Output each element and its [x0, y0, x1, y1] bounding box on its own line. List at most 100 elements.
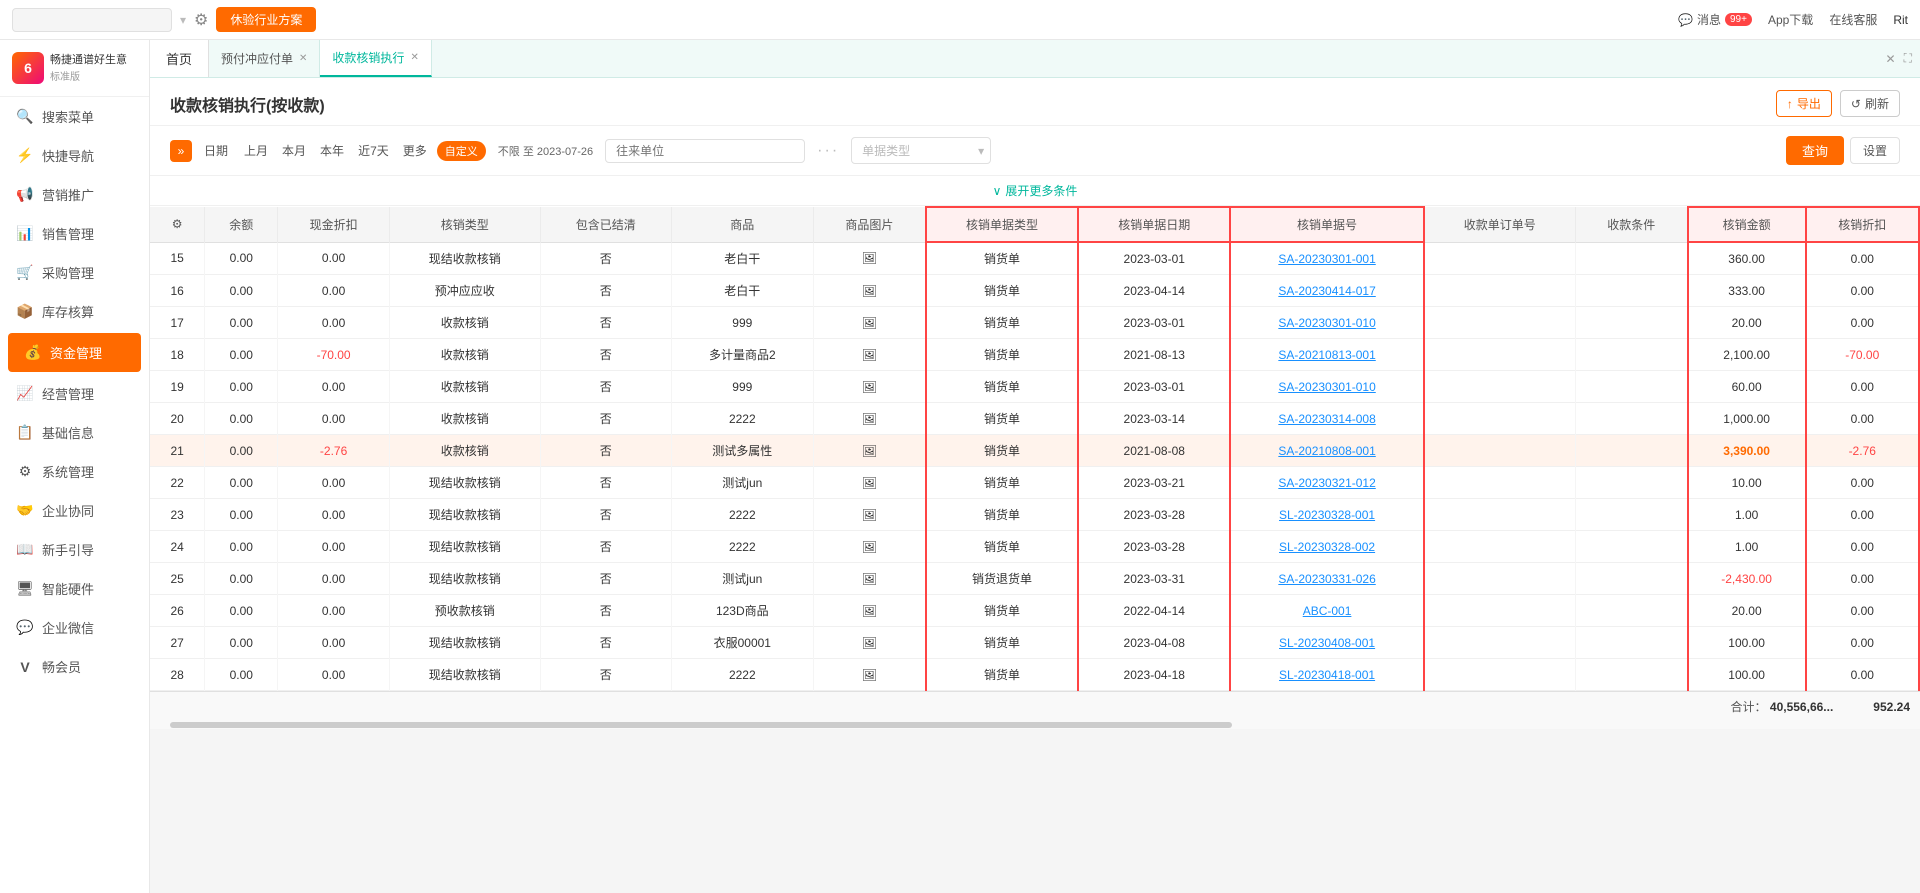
refresh-button[interactable]: ↺ 刷新: [1840, 90, 1900, 117]
td-receipt_order_no: [1424, 563, 1575, 595]
message-icon: 💬: [1678, 13, 1693, 27]
td-voucher_no[interactable]: SA-20230331-026: [1230, 563, 1423, 595]
partner-input[interactable]: [605, 139, 805, 163]
td-write_off_type: 收款核销: [389, 307, 540, 339]
horizontal-scrollbar[interactable]: [150, 721, 1920, 729]
table-row: 180.00-70.00收款核销否多计量商品2🖼销货单2021-08-13SA-…: [150, 339, 1919, 371]
td-no: 15: [150, 242, 205, 275]
query-button[interactable]: 查询: [1786, 136, 1844, 165]
td-voucher_type: 销货单: [926, 339, 1078, 371]
td-voucher_no[interactable]: SA-20210813-001: [1230, 339, 1423, 371]
td-no: 24: [150, 531, 205, 563]
expand-more-btn[interactable]: ∨ 展开更多条件: [993, 182, 1078, 199]
td-voucher_no[interactable]: SA-20230301-010: [1230, 371, 1423, 403]
td-voucher_no[interactable]: SL-20230328-001: [1230, 499, 1423, 531]
search-icon: 🔍: [16, 108, 34, 125]
scrollbar-thumb[interactable]: [170, 722, 1232, 728]
td-product: 2222: [671, 403, 813, 435]
td-voucher_date: 2023-03-01: [1078, 242, 1230, 275]
sidebar-item-label: 快捷导航: [42, 146, 94, 165]
tab-expand-icon[interactable]: ⛶: [1904, 51, 1912, 66]
sidebar-item-marketing[interactable]: 📢 营销推广: [0, 175, 149, 214]
td-voucher_no[interactable]: SA-20210808-001: [1230, 435, 1423, 467]
sidebar-item-search[interactable]: 🔍 搜索菜单: [0, 97, 149, 136]
filter-toggle-btn[interactable]: »: [170, 140, 192, 162]
sidebar-item-sales[interactable]: 📊 销售管理: [0, 214, 149, 253]
td-write_off_amount: 20.00: [1688, 595, 1806, 627]
sidebar-item-inventory[interactable]: 📦 库存核算: [0, 292, 149, 331]
td-product_img: 🖼: [813, 307, 926, 339]
tab-prepayment[interactable]: 预付冲应付单 ✕: [209, 40, 320, 77]
td-include_settled: 否: [540, 659, 671, 691]
sidebar-item-shortcut[interactable]: ⚡ 快捷导航: [0, 136, 149, 175]
td-write_off_discount: -70.00: [1806, 339, 1920, 371]
td-voucher_no[interactable]: ABC-001: [1230, 595, 1423, 627]
sidebar-item-finance[interactable]: 💰 资金管理: [8, 333, 141, 372]
setting-button[interactable]: 设置: [1850, 137, 1900, 164]
th-receipt-condition: 收款条件: [1575, 207, 1688, 242]
td-voucher_no[interactable]: SL-20230408-001: [1230, 627, 1423, 659]
td-no: 27: [150, 627, 205, 659]
sidebar-item-basic[interactable]: 📋 基础信息: [0, 413, 149, 452]
td-include_settled: 否: [540, 435, 671, 467]
date-btn-more[interactable]: 更多: [399, 140, 431, 161]
dropdown-icon[interactable]: ▾: [180, 13, 186, 27]
td-voucher_date: 2023-03-14: [1078, 403, 1230, 435]
td-write_off_discount: 0.00: [1806, 499, 1920, 531]
single-type-label: 单据类型: [862, 142, 910, 159]
td-write_off_discount: 0.00: [1806, 467, 1920, 499]
tab-close-writeoff[interactable]: ✕: [410, 52, 418, 63]
message-badge: 99+: [1725, 13, 1752, 26]
sidebar-item-hardware[interactable]: 🖥 智能硬件: [0, 569, 149, 608]
industry-btn[interactable]: 休验行业方案: [216, 7, 316, 32]
td-write_off_amount: 10.00: [1688, 467, 1806, 499]
expand-label: 展开更多条件: [1005, 182, 1077, 199]
td-write_off_amount: 333.00: [1688, 275, 1806, 307]
td-receipt_order_no: [1424, 275, 1575, 307]
td-product: 2222: [671, 531, 813, 563]
td-voucher_no[interactable]: SA-20230301-010: [1230, 307, 1423, 339]
top-search-input[interactable]: [12, 8, 172, 32]
message-area[interactable]: 💬 消息 99+: [1678, 11, 1752, 28]
tab-home[interactable]: 首页: [150, 40, 209, 77]
date-btn-last-month[interactable]: 上月: [240, 140, 272, 161]
date-btn-this-year[interactable]: 本年: [316, 140, 348, 161]
td-voucher_no[interactable]: SA-20230314-008: [1230, 403, 1423, 435]
sidebar-item-collab[interactable]: 🤝 企业协同: [0, 491, 149, 530]
message-label: 消息: [1697, 11, 1721, 28]
tab-close-all-icon[interactable]: ✕: [1886, 52, 1896, 66]
date-custom-btn[interactable]: 自定义: [437, 141, 486, 161]
th-write-off-discount: 核销折扣: [1806, 207, 1920, 242]
table-row: 150.000.00现结收款核销否老白干🖼销货单2023-03-01SA-202…: [150, 242, 1919, 275]
sidebar-item-wechat[interactable]: 💬 企业微信: [0, 608, 149, 647]
td-write_off_type: 收款核销: [389, 403, 540, 435]
export-button[interactable]: ↑ 导出: [1776, 90, 1832, 117]
online-service[interactable]: 在线客服: [1829, 11, 1877, 28]
settings-icon[interactable]: ⚙: [194, 10, 208, 30]
sidebar-item-operation[interactable]: 📈 经营管理: [0, 374, 149, 413]
td-receipt_order_no: [1424, 499, 1575, 531]
td-voucher_no[interactable]: SA-20230321-012: [1230, 467, 1423, 499]
sidebar-item-label: 采购管理: [42, 263, 94, 282]
th-settings[interactable]: ⚙: [150, 207, 205, 242]
td-voucher_no[interactable]: SL-20230328-002: [1230, 531, 1423, 563]
td-voucher_no[interactable]: SA-20230414-017: [1230, 275, 1423, 307]
tab-close-prepayment[interactable]: ✕: [299, 53, 307, 64]
td-cash_discount: 0.00: [278, 403, 390, 435]
date-btn-7days[interactable]: 近7天: [354, 140, 393, 161]
collab-icon: 🤝: [16, 502, 34, 519]
th-voucher-type: 核销单据类型: [926, 207, 1078, 242]
single-type-select[interactable]: 单据类型 ▾: [851, 137, 991, 164]
sidebar-item-purchase[interactable]: 🛒 采购管理: [0, 253, 149, 292]
tab-writeoff[interactable]: 收款核销执行 ✕: [320, 40, 431, 77]
app-download[interactable]: App下载: [1768, 11, 1813, 28]
td-product_img: 🖼: [813, 371, 926, 403]
sidebar-item-vip[interactable]: V 畅会员: [0, 647, 149, 686]
date-btn-this-month[interactable]: 本月: [278, 140, 310, 161]
td-voucher_no[interactable]: SL-20230418-001: [1230, 659, 1423, 691]
sidebar-item-guide[interactable]: 📖 新手引导: [0, 530, 149, 569]
sidebar-item-system[interactable]: ⚙ 系统管理: [0, 452, 149, 491]
td-voucher_no[interactable]: SA-20230301-001: [1230, 242, 1423, 275]
td-receipt_order_no: [1424, 307, 1575, 339]
td-no: 23: [150, 499, 205, 531]
